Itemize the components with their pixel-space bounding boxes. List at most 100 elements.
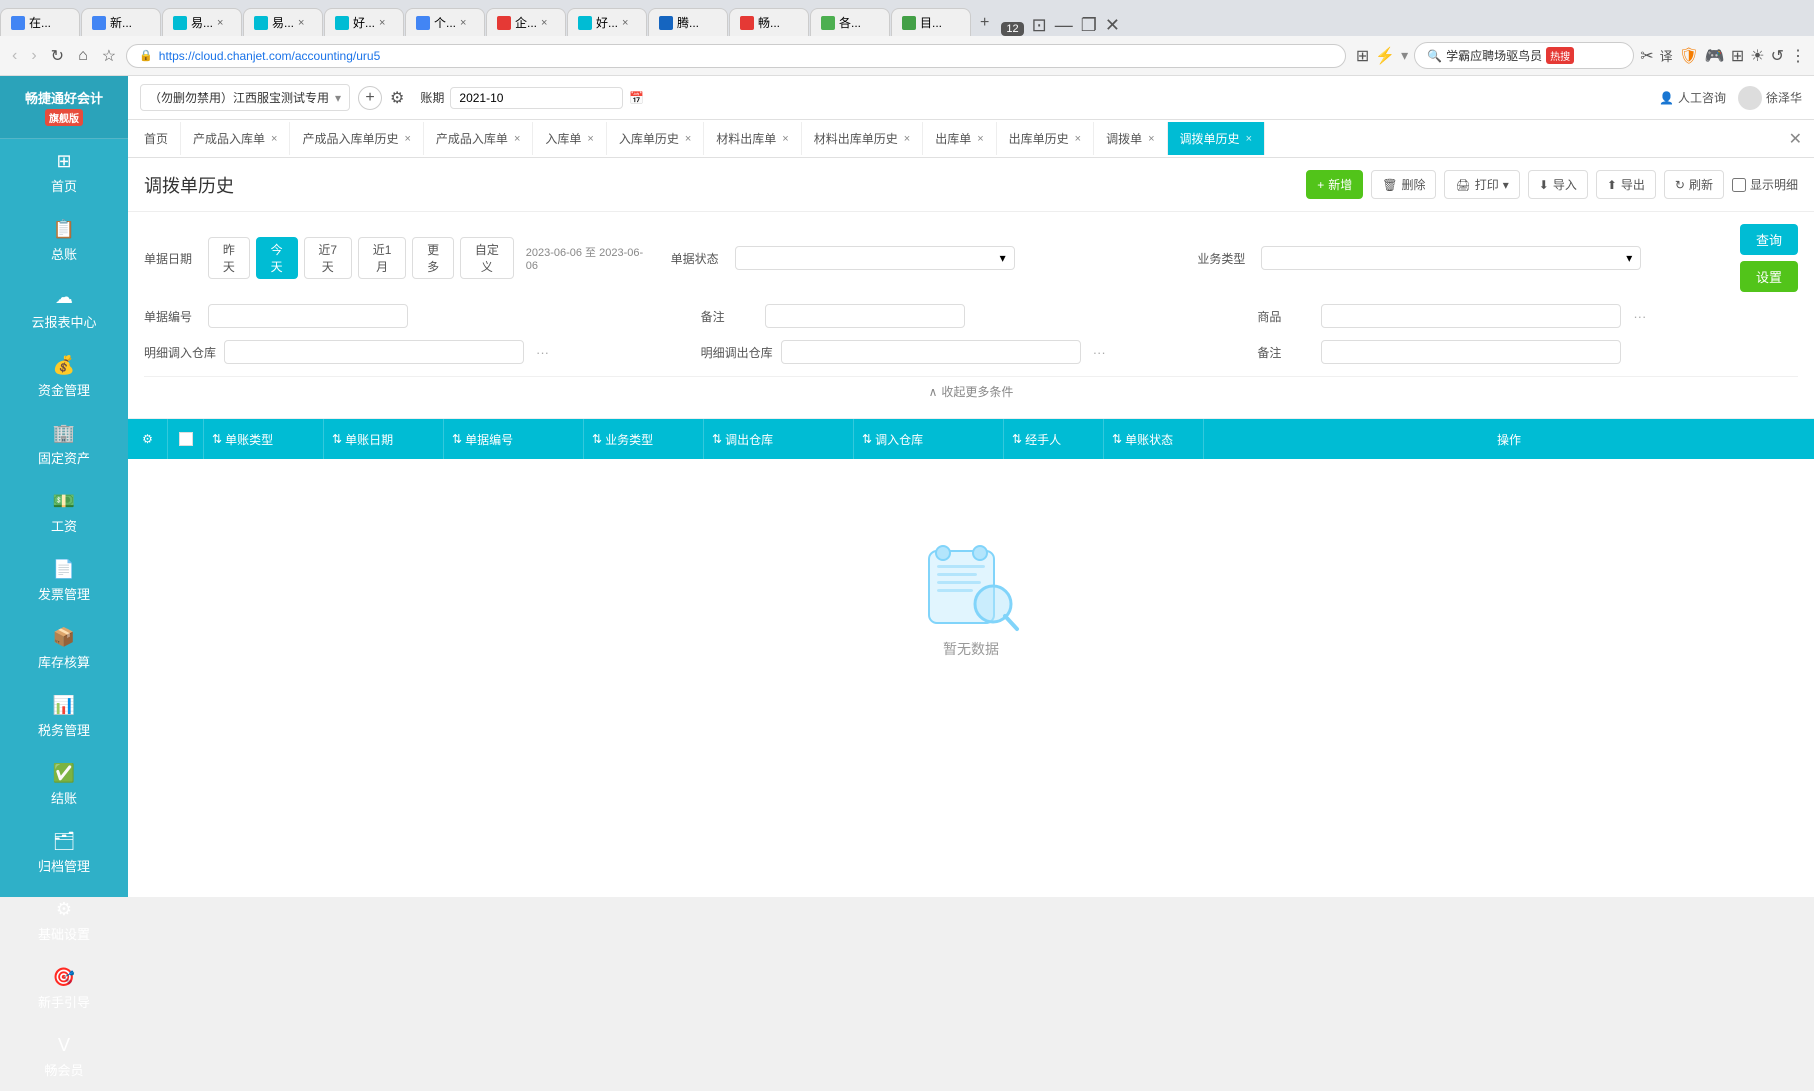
th-number[interactable]: ⇅ 单据编号 bbox=[444, 419, 584, 459]
sidebar-item-general-ledger[interactable]: 📋 总账 bbox=[0, 207, 128, 275]
address-bar[interactable]: 🔒 https://cloud.chanjet.com/accounting/u… bbox=[126, 44, 1346, 68]
tab-manage-icon[interactable]: ⊡ bbox=[1032, 15, 1047, 36]
date-custom-btn[interactable]: 自定义 bbox=[460, 237, 514, 279]
browser-tab-7[interactable]: 企... × bbox=[486, 8, 566, 36]
sidebar-item-close-account[interactable]: ✅ 结账 bbox=[0, 751, 128, 819]
browser-tab-11[interactable]: 各... bbox=[810, 8, 890, 36]
page-tab-transfer[interactable]: 调拨单 × bbox=[1094, 122, 1167, 155]
close-all-tabs-button[interactable]: ✕ bbox=[1781, 125, 1810, 153]
th-type[interactable]: ⇅ 单账类型 bbox=[204, 419, 324, 459]
new-tab-button[interactable]: + bbox=[972, 10, 997, 36]
page-tab-close-11[interactable]: × bbox=[1246, 133, 1252, 145]
page-tab-home[interactable]: 首页 bbox=[132, 122, 181, 155]
select-all-checkbox[interactable] bbox=[179, 432, 193, 446]
page-tab-close-10[interactable]: × bbox=[1148, 133, 1154, 145]
delete-button[interactable]: 🗑 删除 bbox=[1371, 170, 1436, 199]
status-select[interactable]: ▾ bbox=[735, 246, 1015, 270]
th-operator[interactable]: ⇅ 经手人 bbox=[1004, 419, 1104, 459]
page-tab-finished-goods-in[interactable]: 产成品入库单 × bbox=[181, 122, 290, 155]
page-tab-close-4[interactable]: × bbox=[587, 133, 593, 145]
goods-more-icon[interactable]: ··· bbox=[1633, 309, 1646, 324]
page-tab-close-5[interactable]: × bbox=[685, 133, 691, 145]
boost-icon[interactable]: ⚡ bbox=[1375, 46, 1395, 66]
tab-close-7[interactable]: × bbox=[541, 17, 547, 29]
page-tab-close-1[interactable]: × bbox=[271, 133, 277, 145]
sidebar-item-fixed-assets[interactable]: 🏢 固定资产 bbox=[0, 411, 128, 479]
page-tab-finished-goods-in-hist[interactable]: 产成品入库单历史 × bbox=[290, 122, 423, 155]
extensions-icon[interactable]: ⊞ bbox=[1356, 46, 1369, 66]
sidebar-item-inventory[interactable]: 📦 库存核算 bbox=[0, 615, 128, 683]
sidebar-item-home[interactable]: ⊞ 首页 bbox=[0, 139, 128, 207]
browser-tab-6[interactable]: 个... × bbox=[405, 8, 485, 36]
date-more-btn[interactable]: 更多 bbox=[412, 237, 454, 279]
sidebar-item-fund-management[interactable]: 💰 资金管理 bbox=[0, 343, 128, 411]
period-input[interactable] bbox=[450, 87, 623, 109]
from-warehouse-more-icon[interactable]: ··· bbox=[536, 345, 549, 360]
menu-icon[interactable]: ⋮ bbox=[1790, 46, 1806, 66]
from-warehouse-input[interactable] bbox=[224, 340, 524, 364]
company-settings-icon[interactable]: ⚙ bbox=[390, 88, 404, 108]
tab-close-4[interactable]: × bbox=[298, 17, 304, 29]
goods-input[interactable] bbox=[1321, 304, 1621, 328]
browser-tab-2[interactable]: 新... bbox=[81, 8, 161, 36]
minimize-icon[interactable]: — bbox=[1055, 15, 1073, 36]
date-today-btn[interactable]: 今天 bbox=[256, 237, 298, 279]
th-settings[interactable]: ⚙ bbox=[128, 419, 168, 459]
page-tab-in-order[interactable]: 入库单 × bbox=[533, 122, 606, 155]
th-date[interactable]: ⇅ 单账日期 bbox=[324, 419, 444, 459]
tab-close-3[interactable]: × bbox=[217, 17, 223, 29]
game-icon[interactable]: 🎮 bbox=[1705, 46, 1725, 66]
browser-tab-5[interactable]: 好... × bbox=[324, 8, 404, 36]
user-profile-button[interactable]: 徐泽华 bbox=[1738, 86, 1802, 110]
number-input[interactable] bbox=[208, 304, 408, 328]
to-warehouse-input[interactable] bbox=[781, 340, 1081, 364]
to-warehouse-more-icon[interactable]: ··· bbox=[1093, 345, 1106, 360]
apps-icon[interactable]: ⊞ bbox=[1731, 46, 1744, 66]
new-record-button[interactable]: + 新增 bbox=[1306, 170, 1363, 199]
browser-tab-3[interactable]: 易... × bbox=[162, 8, 242, 36]
page-tab-out-order-hist[interactable]: 出库单历史 × bbox=[997, 122, 1094, 155]
extension1-icon[interactable]: 🛡 bbox=[1679, 46, 1699, 66]
tab-close-5[interactable]: × bbox=[379, 17, 385, 29]
history-icon[interactable]: ↺ bbox=[1771, 46, 1784, 66]
close-browser-icon[interactable]: ✕ bbox=[1105, 15, 1120, 36]
th-to-warehouse[interactable]: ⇅ 调入仓库 bbox=[854, 419, 1004, 459]
browser-tab-1[interactable]: 在... bbox=[0, 8, 80, 36]
export-button[interactable]: ⬆ 导出 bbox=[1596, 170, 1656, 199]
page-tab-close-2[interactable]: × bbox=[404, 133, 410, 145]
date-yesterday-btn[interactable]: 昨天 bbox=[208, 237, 250, 279]
page-tab-close-7[interactable]: × bbox=[904, 133, 910, 145]
sidebar-item-cloud-reports[interactable]: ☁ 云报表中心 bbox=[0, 275, 128, 343]
page-tab-material-out[interactable]: 材料出库单 × bbox=[704, 122, 801, 155]
date-7days-btn[interactable]: 近7天 bbox=[304, 237, 352, 279]
home-button[interactable]: ⌂ bbox=[74, 43, 92, 69]
page-tab-close-3[interactable]: × bbox=[514, 133, 520, 145]
sidebar-item-payroll[interactable]: 💵 工资 bbox=[0, 479, 128, 547]
print-button[interactable]: 🖨 打印 ▾ bbox=[1444, 170, 1519, 199]
period-calendar-icon[interactable]: 📅 bbox=[629, 91, 644, 105]
th-checkbox[interactable] bbox=[168, 419, 204, 459]
import-button[interactable]: ⬇ 导入 bbox=[1528, 170, 1588, 199]
back-button[interactable]: ‹ bbox=[8, 43, 21, 69]
refresh-browser-button[interactable]: ↻ bbox=[47, 42, 68, 70]
page-tab-material-out-hist[interactable]: 材料出库单历史 × bbox=[802, 122, 923, 155]
maximize-icon[interactable]: ❐ bbox=[1081, 15, 1097, 36]
expand-address-icon[interactable]: ▾ bbox=[1401, 47, 1408, 64]
customer-service-button[interactable]: 👤 人工咨询 bbox=[1659, 89, 1726, 106]
forward-button[interactable]: › bbox=[27, 43, 40, 69]
filter-settings-button[interactable]: 设置 bbox=[1740, 261, 1798, 292]
bookmark-button[interactable]: ☆ bbox=[98, 42, 120, 70]
scissors-icon[interactable]: ✂ bbox=[1640, 46, 1653, 66]
display-toggle-checkbox[interactable] bbox=[1732, 178, 1746, 192]
biz-type-select[interactable]: ▾ bbox=[1261, 246, 1641, 270]
browser-tab-9[interactable]: 腾... bbox=[648, 8, 728, 36]
browser-tab-12[interactable]: 目... bbox=[891, 8, 971, 36]
page-tab-out-order[interactable]: 出库单 × bbox=[923, 122, 996, 155]
refresh-data-button[interactable]: ↻ 刷新 bbox=[1664, 170, 1724, 199]
page-tab-close-8[interactable]: × bbox=[977, 133, 983, 145]
add-company-button[interactable]: + bbox=[358, 86, 382, 110]
th-status[interactable]: ⇅ 单账状态 bbox=[1104, 419, 1204, 459]
note-input[interactable] bbox=[1321, 340, 1621, 364]
th-from-warehouse[interactable]: ⇅ 调出仓库 bbox=[704, 419, 854, 459]
sidebar-item-basic-settings[interactable]: ⚙ 基础设置 bbox=[0, 887, 128, 955]
